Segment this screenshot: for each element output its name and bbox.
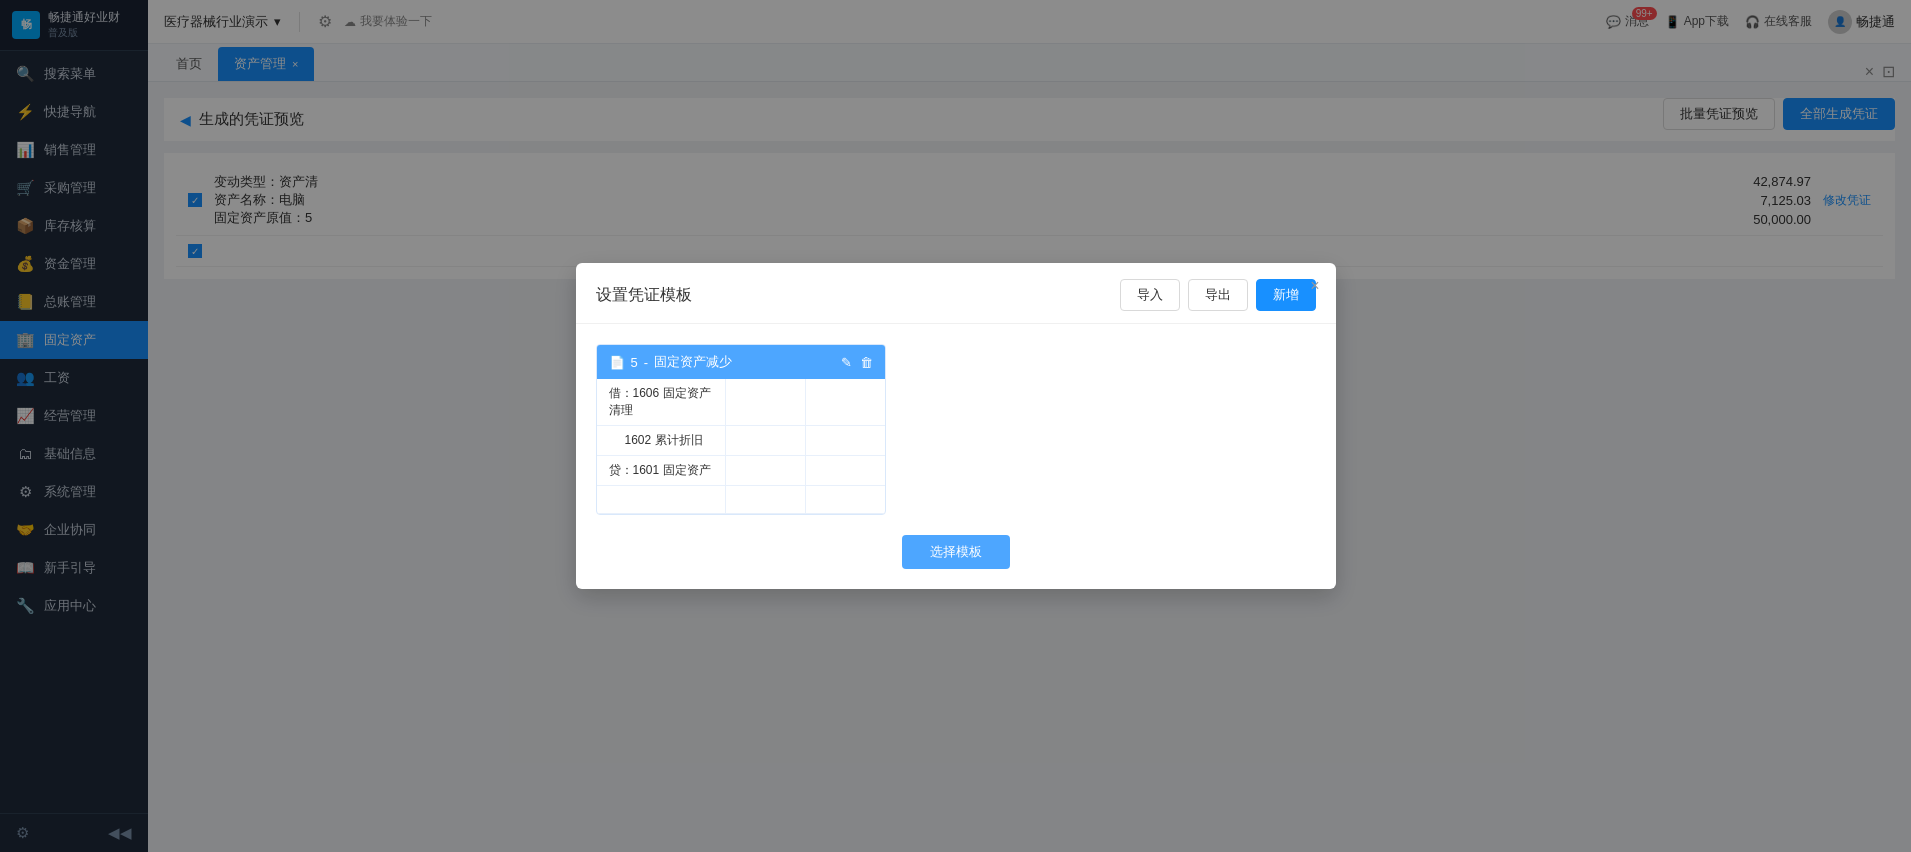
modal-header: 设置凭证模板 导入 导出 新增 × xyxy=(576,263,1336,324)
template-entry-2: 1602 累计折旧 xyxy=(597,426,885,456)
template-card-title: 📄 5 - 固定资产减少 xyxy=(609,353,733,371)
template-card-body: 借：1606 固定资产清理 1602 累计折旧 贷：1601 固定资产 xyxy=(597,379,885,514)
template-empty-row xyxy=(597,486,885,514)
delete-template-icon[interactable]: 🗑 xyxy=(860,355,873,370)
entry-credit-1 xyxy=(805,379,885,425)
template-separator: - xyxy=(644,355,648,370)
entry-credit-3 xyxy=(805,456,885,485)
entry-debit-2 xyxy=(725,426,805,455)
template-card: 📄 5 - 固定资产减少 ✎ 🗑 借：1606 固定资产清理 xyxy=(596,344,886,515)
doc-icon: 📄 xyxy=(609,355,625,370)
entry-label-2: 1602 累计折旧 xyxy=(597,426,725,455)
template-entry-1: 借：1606 固定资产清理 xyxy=(597,379,885,426)
edit-template-icon[interactable]: ✎ xyxy=(841,355,852,370)
template-card-header: 📄 5 - 固定资产减少 ✎ 🗑 xyxy=(597,345,885,379)
import-btn[interactable]: 导入 xyxy=(1120,279,1180,311)
modal-header-actions: 导入 导出 新增 xyxy=(1120,279,1316,311)
export-btn[interactable]: 导出 xyxy=(1188,279,1248,311)
entry-debit-3 xyxy=(725,456,805,485)
new-btn[interactable]: 新增 xyxy=(1256,279,1316,311)
modal-close-button[interactable]: × xyxy=(1310,277,1319,295)
select-template-btn[interactable]: 选择模板 xyxy=(902,535,1010,569)
template-entry-3: 贷：1601 固定资产 xyxy=(597,456,885,486)
entry-credit-2 xyxy=(805,426,885,455)
entry-debit-1 xyxy=(725,379,805,425)
template-name: 固定资产减少 xyxy=(654,353,732,371)
template-id: 5 xyxy=(631,355,638,370)
modal-overlay: 设置凭证模板 导入 导出 新增 × 📄 5 - 固定资产减少 xyxy=(0,0,1911,852)
template-card-actions: ✎ 🗑 xyxy=(841,355,873,370)
modal-title: 设置凭证模板 xyxy=(596,285,692,306)
modal-body: 📄 5 - 固定资产减少 ✎ 🗑 借：1606 固定资产清理 xyxy=(576,324,1336,589)
entry-label-3: 贷：1601 固定资产 xyxy=(597,456,725,485)
voucher-template-modal: 设置凭证模板 导入 导出 新增 × 📄 5 - 固定资产减少 xyxy=(576,263,1336,589)
entry-label-1: 借：1606 固定资产清理 xyxy=(597,379,725,425)
